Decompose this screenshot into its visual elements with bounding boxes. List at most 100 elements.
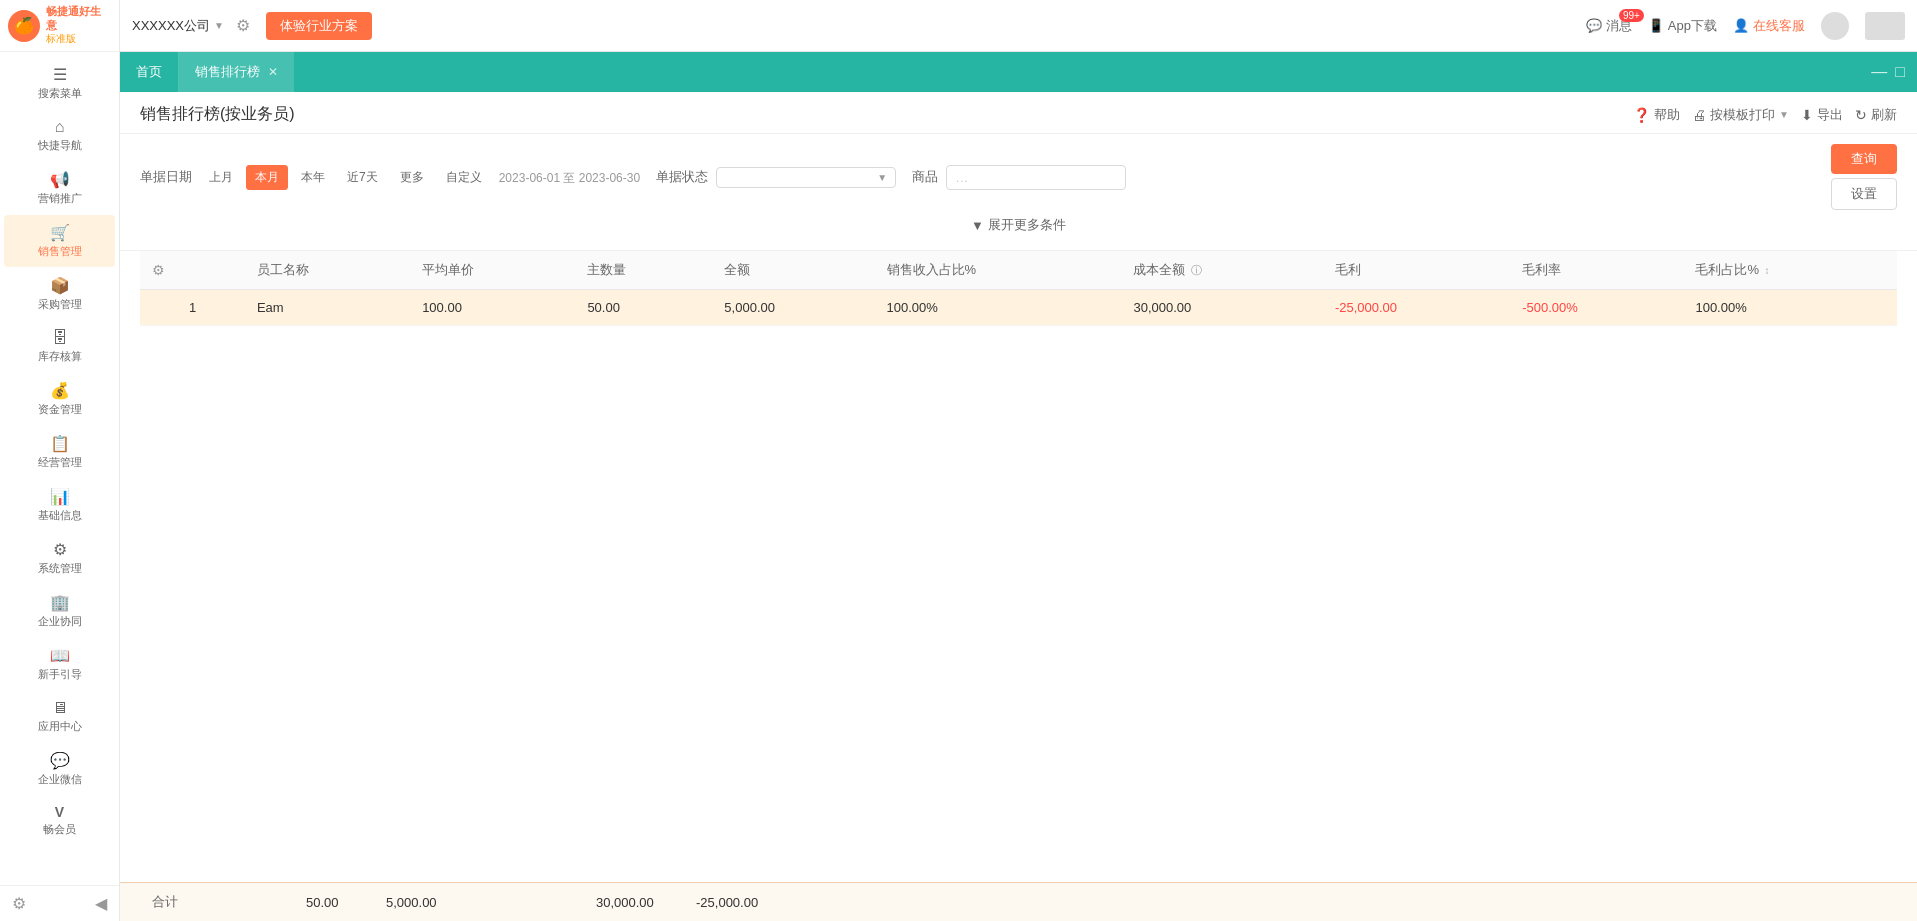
- member-icon: V: [55, 804, 64, 820]
- row-employee-name: Eam: [245, 290, 410, 326]
- help-label: 帮助: [1654, 106, 1680, 124]
- sidebar-item-operations[interactable]: 📋 经营管理: [4, 426, 115, 478]
- sidebar-item-finance[interactable]: 💰 资金管理: [4, 373, 115, 425]
- this-year-btn[interactable]: 本年: [292, 165, 334, 190]
- row-main-qty: 50.00: [575, 290, 712, 326]
- more-btn[interactable]: 更多: [391, 165, 433, 190]
- custom-btn[interactable]: 自定义: [437, 165, 491, 190]
- sidebar-item-system[interactable]: ⚙ 系统管理: [4, 532, 115, 584]
- col-header-gross-profit: 毛利: [1323, 251, 1510, 290]
- sidebar-item-label-quick-nav: 快捷导航: [38, 138, 82, 153]
- sidebar-item-label-member: 畅会员: [43, 822, 76, 837]
- export-icon: ⬇: [1801, 107, 1813, 123]
- tab-maximize-icon[interactable]: □: [1895, 63, 1905, 81]
- gross-ratio-sort-icon[interactable]: ↕: [1765, 265, 1770, 276]
- service-label: 在线客服: [1753, 17, 1805, 35]
- base-info-icon: 📊: [50, 487, 70, 506]
- trial-button[interactable]: 体验行业方案: [266, 12, 372, 40]
- filter-row-1: 单据日期 上月 本月 本年 近7天 更多 自定义 2023-06-01 至 20…: [140, 144, 1897, 210]
- last-7-days-btn[interactable]: 近7天: [338, 165, 387, 190]
- topbar-settings-icon[interactable]: ⚙: [236, 16, 250, 35]
- refresh-button[interactable]: ↻ 刷新: [1855, 106, 1897, 124]
- goods-label: 商品: [912, 168, 938, 186]
- home-tab-label: 首页: [136, 63, 162, 81]
- row-sales-ratio: 100.00%: [875, 290, 1122, 326]
- sidebar-item-label-guide: 新手引导: [38, 667, 82, 682]
- user-name-placeholder: [1865, 12, 1905, 40]
- help-button[interactable]: ❓ 帮助: [1633, 106, 1680, 124]
- column-settings-icon[interactable]: ⚙: [152, 262, 165, 278]
- refresh-label: 刷新: [1871, 106, 1897, 124]
- cost-info-icon[interactable]: ⓘ: [1191, 264, 1202, 276]
- sidebar-item-member[interactable]: V 畅会员: [4, 796, 115, 845]
- status-filter-group: 单据状态 ▼: [656, 167, 896, 188]
- sidebar-item-guide[interactable]: 📖 新手引导: [4, 638, 115, 690]
- sidebar-item-enterprise[interactable]: 🏢 企业协同: [4, 585, 115, 637]
- main-area: XXXXXX公司 ▼ ⚙ 体验行业方案 💬 消息 99+ 📱 App下载 👤 在…: [120, 0, 1917, 921]
- logo-icon: 🍊: [8, 10, 40, 42]
- footer-settings-icon[interactable]: ⚙: [12, 894, 26, 913]
- row-settings-cell: [140, 290, 177, 326]
- tab-home[interactable]: 首页: [120, 52, 179, 92]
- expand-more-button[interactable]: ▼ 展开更多条件: [140, 210, 1897, 240]
- col-header-rank: [177, 251, 245, 290]
- sidebar-item-label-operations: 经营管理: [38, 455, 82, 470]
- this-month-btn[interactable]: 本月: [246, 165, 288, 190]
- date-label: 单据日期: [140, 168, 192, 186]
- row-avg-price: 100.00: [410, 290, 575, 326]
- row-gross-profit: -25,000.00: [1323, 290, 1510, 326]
- table-area: ⚙ 员工名称 平均单价 主数量 全额 销售收入占比% 成本全额: [120, 251, 1917, 882]
- table-row: 1 Eam 100.00 50.00 5,000.00 100.00% 30,0…: [140, 290, 1897, 326]
- tab-close-icon[interactable]: ✕: [268, 65, 278, 79]
- sidebar-item-sales[interactable]: 🛒 销售管理: [4, 215, 115, 267]
- col-header-gross-ratio: 毛利占比% ↕: [1683, 251, 1897, 290]
- sidebar-item-inventory[interactable]: 🗄 库存核算: [4, 321, 115, 372]
- logo-sub: 标准版: [46, 32, 111, 46]
- query-button[interactable]: 查询: [1831, 144, 1897, 174]
- quick-nav-icon: ⌂: [55, 118, 65, 136]
- sidebar-item-app-center[interactable]: 🖥 应用中心: [4, 691, 115, 742]
- sidebar-item-label-enterprise-wechat: 企业微信: [38, 772, 82, 787]
- tab-minimize-icon[interactable]: —: [1871, 63, 1887, 81]
- app-download-button[interactable]: 📱 App下载: [1648, 17, 1717, 35]
- message-icon: 💬: [1586, 18, 1602, 33]
- footer-main-qty: 50.00: [306, 895, 386, 910]
- goods-input[interactable]: …: [946, 165, 1126, 190]
- query-button-group: 查询 设置: [1831, 144, 1897, 210]
- settings-button[interactable]: 设置: [1831, 178, 1897, 210]
- help-icon: ❓: [1633, 107, 1650, 123]
- status-label: 单据状态: [656, 168, 708, 186]
- sidebar-item-base-info[interactable]: 📊 基础信息: [4, 479, 115, 531]
- service-icon: 👤: [1733, 18, 1749, 33]
- template-print-button[interactable]: 🖨 按模板打印 ▼: [1692, 106, 1789, 124]
- status-select[interactable]: ▼: [716, 167, 896, 188]
- sidebar-item-marketing[interactable]: 📢 营销推广: [4, 162, 115, 214]
- avatar[interactable]: [1821, 12, 1849, 40]
- footer-collapse-icon[interactable]: ◀: [95, 894, 107, 913]
- sidebar-item-purchase[interactable]: 📦 采购管理: [4, 268, 115, 320]
- sidebar-item-enterprise-wechat[interactable]: 💬 企业微信: [4, 743, 115, 795]
- col-header-sales-ratio: 销售收入占比%: [875, 251, 1122, 290]
- footer-gross-profit: -25,000.00: [696, 895, 758, 910]
- refresh-icon: ↻: [1855, 107, 1867, 123]
- inventory-icon: 🗄: [52, 329, 68, 347]
- expand-icon: ▼: [971, 218, 984, 233]
- sidebar-item-search-order[interactable]: ☰ 搜索菜单: [4, 57, 115, 109]
- logo-text: 畅捷通好生意: [46, 5, 111, 31]
- row-cost-amount: 30,000.00: [1121, 290, 1322, 326]
- export-button[interactable]: ⬇ 导出: [1801, 106, 1843, 124]
- table-footer: 合计 50.00 5,000.00 30,000.00 -25,000.00: [120, 882, 1917, 921]
- col-header-cost-amount: 成本全额 ⓘ: [1121, 251, 1322, 290]
- company-selector[interactable]: XXXXXX公司 ▼: [132, 17, 224, 35]
- company-dropdown-icon: ▼: [214, 20, 224, 31]
- date-filter-group: 单据日期 上月 本月 本年 近7天 更多 自定义 2023-06-01 至 20…: [140, 165, 640, 190]
- sidebar-item-quick-nav[interactable]: ⌂ 快捷导航: [4, 110, 115, 161]
- tab-sales-ranking[interactable]: 销售排行榜 ✕: [179, 52, 294, 92]
- service-button[interactable]: 👤 在线客服: [1733, 17, 1805, 35]
- prev-month-btn[interactable]: 上月: [200, 165, 242, 190]
- template-print-label: 按模板打印: [1710, 106, 1775, 124]
- tabbar: 首页 销售排行榜 ✕ — □: [120, 52, 1917, 92]
- sidebar: 🍊 畅捷通好生意 标准版 ☰ 搜索菜单 ⌂ 快捷导航 📢 营销推广 🛒 销售管理…: [0, 0, 120, 921]
- message-button[interactable]: 💬 消息 99+: [1586, 17, 1632, 35]
- system-icon: ⚙: [53, 540, 67, 559]
